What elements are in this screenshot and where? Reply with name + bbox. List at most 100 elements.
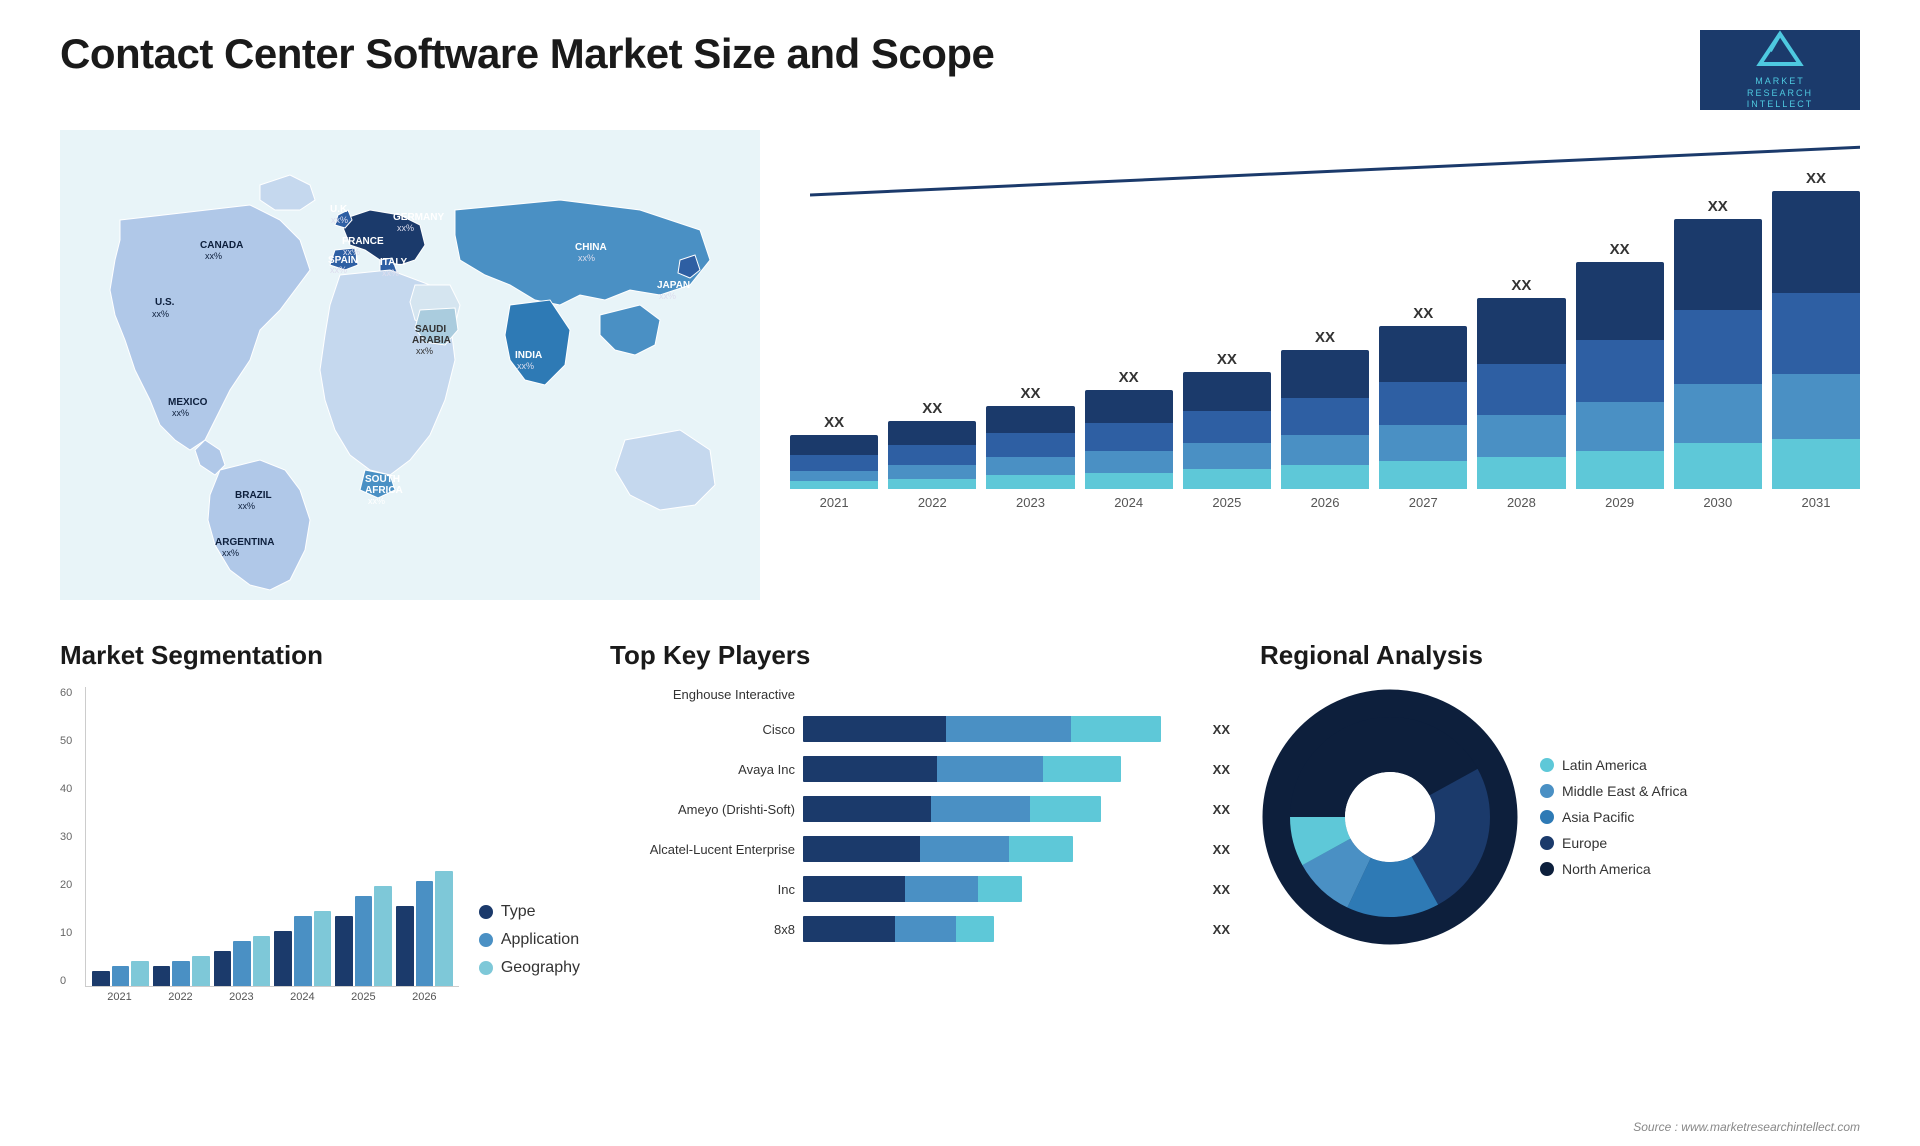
segmentation-title: Market Segmentation <box>60 640 580 671</box>
seg-bar-group <box>153 687 210 986</box>
segmentation-section: Market Segmentation 0 10 20 30 40 50 60 <box>60 640 580 1060</box>
bar-group-2023: XX 2023 <box>986 170 1074 510</box>
seg-bar-group <box>335 687 392 986</box>
player-name: Inc <box>610 882 795 897</box>
bar-value-label: XX <box>1217 351 1237 368</box>
donut-svg <box>1260 687 1520 947</box>
logo-letter <box>1755 29 1805 76</box>
player-bar-wrap <box>803 916 1201 942</box>
segmentation-legend: Type Application Geography <box>479 903 580 987</box>
bar-year-label: 2022 <box>918 495 947 510</box>
donut-chart <box>1260 687 1520 947</box>
svg-text:xx%: xx% <box>416 346 433 356</box>
player-bar-segment <box>1030 796 1101 822</box>
seg-bar <box>153 966 171 986</box>
svg-text:U.S.: U.S. <box>155 297 175 308</box>
player-bar-segment <box>1071 716 1160 742</box>
bar-year-label: 2031 <box>1802 495 1831 510</box>
reg-legend-north-america: North America <box>1540 861 1687 877</box>
logo-box: MARKETRESEARCHINTELLECT <box>1700 30 1860 110</box>
seg-bar <box>214 951 232 986</box>
bar-year-label: 2025 <box>1212 495 1241 510</box>
reg-dot-north-america <box>1540 862 1554 876</box>
players-section: Top Key Players Enghouse InteractiveCisc… <box>610 640 1230 1060</box>
bar-value-label: XX <box>1315 329 1335 346</box>
player-bar-segment <box>895 916 956 942</box>
svg-text:xx%: xx% <box>331 215 348 225</box>
player-name: Alcatel-Lucent Enterprise <box>610 842 795 857</box>
svg-text:xx%: xx% <box>172 408 189 418</box>
bar-year-label: 2021 <box>820 495 849 510</box>
svg-text:xx%: xx% <box>578 253 595 263</box>
bar-segment <box>986 433 1074 457</box>
seg-bar <box>112 966 130 986</box>
player-name: Avaya Inc <box>610 762 795 777</box>
bar-value-label: XX <box>1020 385 1040 402</box>
seg-bar <box>131 961 149 986</box>
seg-bar <box>416 881 434 986</box>
reg-label-europe: Europe <box>1562 835 1607 851</box>
seg-bar <box>335 916 353 986</box>
reg-label-north-america: North America <box>1562 861 1651 877</box>
player-bar-segment <box>956 916 994 942</box>
player-bar-wrap <box>803 796 1201 822</box>
regional-section: Regional Analysis <box>1260 640 1860 1060</box>
svg-text:ARABIA: ARABIA <box>412 335 451 346</box>
legend-geography-label: Geography <box>501 959 580 977</box>
seg-bar <box>192 956 210 986</box>
bar-segment <box>1183 443 1271 469</box>
player-value-label: XX <box>1213 802 1230 817</box>
legend-type-dot <box>479 905 493 919</box>
player-bar-segment <box>803 716 946 742</box>
bar-segment <box>1379 326 1467 382</box>
bar-segment <box>1183 469 1271 489</box>
bar-year-label: 2024 <box>1114 495 1143 510</box>
bar-group-2026: XX2026 <box>1281 170 1369 510</box>
bar-group-2028: XX2028 <box>1477 170 1565 510</box>
regional-legend: Latin America Middle East & Africa Asia … <box>1540 757 1687 877</box>
player-bar-segment <box>920 836 1009 862</box>
svg-text:BRAZIL: BRAZIL <box>235 490 272 501</box>
seg-bar <box>92 971 110 986</box>
player-value-label: XX <box>1213 842 1230 857</box>
player-bar-segment <box>803 796 931 822</box>
svg-text:xx%: xx% <box>659 291 676 301</box>
player-bar-segment <box>946 716 1071 742</box>
bar-segment <box>790 435 878 455</box>
player-row: Ameyo (Drishti-Soft)XX <box>610 796 1230 822</box>
bar-segment <box>1772 191 1860 293</box>
player-bar-segment <box>978 876 1022 902</box>
player-row: Alcatel-Lucent Enterprise XX <box>610 836 1230 862</box>
svg-text:xx%: xx% <box>152 309 169 319</box>
bar-segment <box>1183 411 1271 443</box>
svg-text:xx%: xx% <box>238 501 255 511</box>
bar-chart-section: XX 2021 XX 2022 XX 2023 XX 2024 XX 2025 XX2026 XX20… <box>790 130 1860 610</box>
svg-text:ARGENTINA: ARGENTINA <box>215 537 274 548</box>
svg-text:FRANCE: FRANCE <box>342 236 384 247</box>
player-bar-wrap <box>803 876 1201 902</box>
bar-segment <box>1281 350 1369 398</box>
bar-value-label: XX <box>824 414 844 431</box>
seg-bar <box>253 936 271 986</box>
svg-text:xx%: xx% <box>222 548 239 558</box>
player-bar-segment <box>905 876 978 902</box>
bar-value-label: XX <box>1413 305 1433 322</box>
svg-text:AFRICA: AFRICA <box>365 485 403 496</box>
seg-bar <box>274 931 292 986</box>
bar-year-label: 2023 <box>1016 495 1045 510</box>
map-section: U.S. xx% CANADA xx% MEXICO xx% BRAZIL xx… <box>60 130 760 610</box>
seg-bar <box>233 941 251 986</box>
player-value-label: XX <box>1213 762 1230 777</box>
regional-content: Latin America Middle East & Africa Asia … <box>1260 687 1860 947</box>
player-row: Avaya Inc XX <box>610 756 1230 782</box>
bar-group-2031: XX2031 <box>1772 170 1860 510</box>
bar-segment <box>1183 372 1271 412</box>
players-list: Enghouse InteractiveCiscoXXAvaya IncXXAm… <box>610 687 1230 948</box>
seg-bar <box>314 911 332 986</box>
legend-geography: Geography <box>479 959 580 977</box>
bar-segment <box>888 465 976 479</box>
svg-text:U.K.: U.K. <box>330 204 350 215</box>
bar-segment <box>1379 461 1467 489</box>
bar-segment <box>1085 423 1173 451</box>
reg-legend-asia-pacific: Asia Pacific <box>1540 809 1687 825</box>
